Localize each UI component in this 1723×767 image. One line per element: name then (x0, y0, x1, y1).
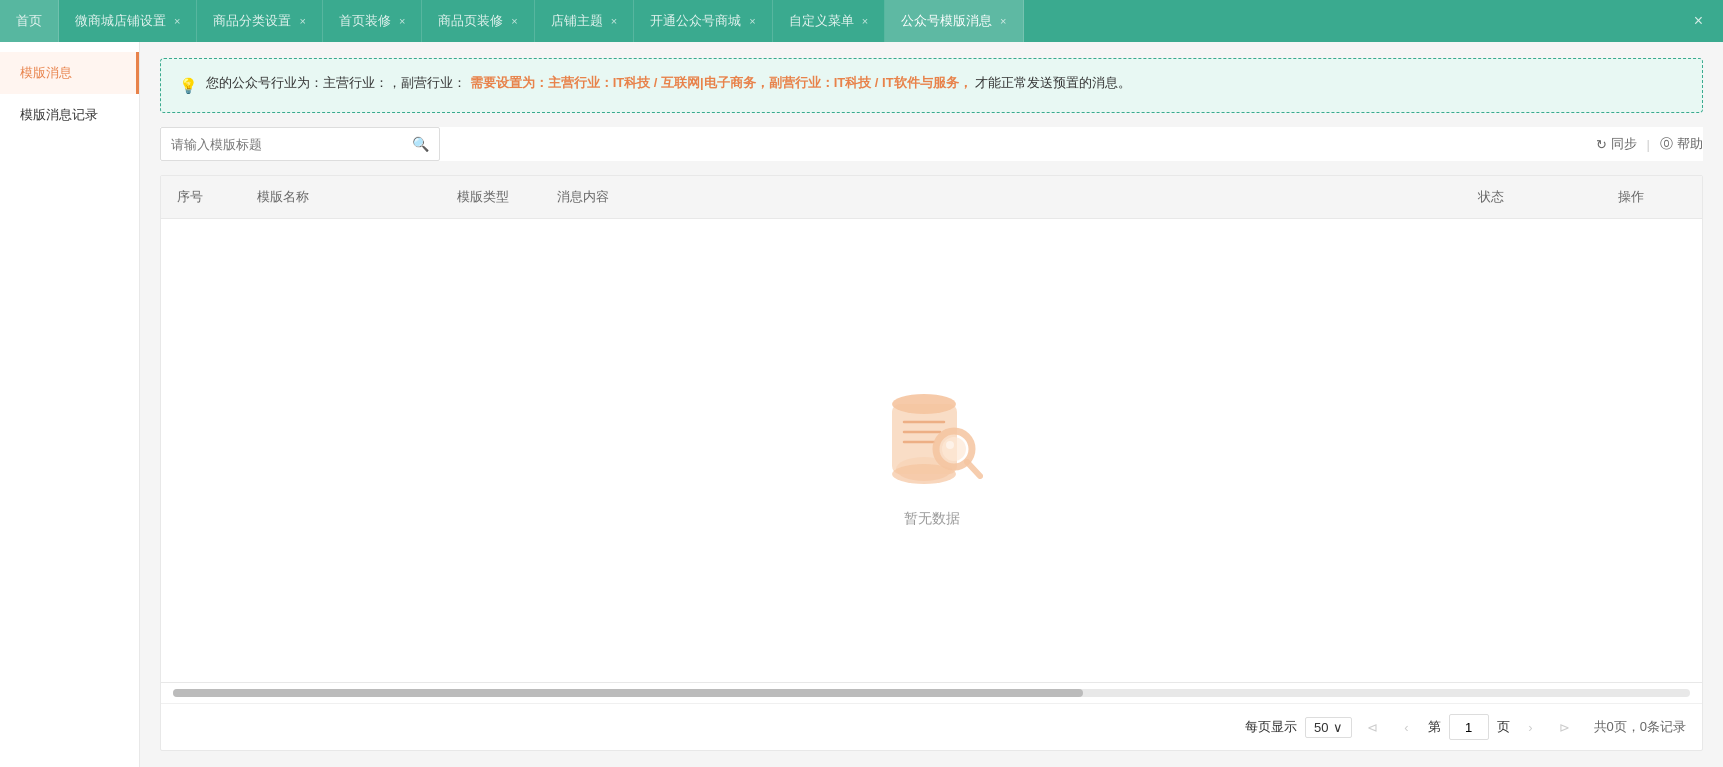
tab-store-settings-close[interactable]: × (174, 15, 180, 27)
global-close-button[interactable]: × (1674, 0, 1723, 42)
empty-state: 暂无数据 (161, 219, 1702, 682)
top-navigation: 首页 微商城店铺设置 × 商品分类设置 × 首页装修 × 商品页装修 × 店铺主… (0, 0, 1723, 42)
svg-point-2 (892, 394, 956, 414)
notice-highlight: 需要设置为：主营行业：IT科技 / 互联网|电子商务，副营行业：IT科技 / I… (470, 75, 972, 90)
notice-text: 您的公众号行业为：主营行业：，副营行业： 需要设置为：主营行业：IT科技 / 互… (206, 73, 1131, 94)
svg-point-10 (946, 441, 954, 449)
tab-product-category-label: 商品分类设置 (213, 12, 291, 30)
content-area: 💡 您的公众号行业为：主营行业：，副营行业： 需要设置为：主营行业：IT科技 /… (140, 42, 1723, 767)
page-unit: 页 (1497, 718, 1510, 736)
help-icon: ⓪ (1660, 135, 1673, 153)
tab-product-page[interactable]: 商品页装修 × (422, 0, 534, 42)
last-page-button[interactable]: ⊳ (1552, 714, 1578, 740)
tab-store-settings-label: 微商城店铺设置 (75, 12, 166, 30)
tab-store-theme-close[interactable]: × (611, 15, 617, 27)
toolbar-right: ↻ 同步 | ⓪ 帮助 (1596, 135, 1703, 153)
tab-product-category[interactable]: 商品分类设置 × (197, 0, 322, 42)
per-page-label: 每页显示 (1245, 718, 1297, 736)
sync-label: 同步 (1611, 135, 1637, 153)
page-label: 第 (1428, 718, 1441, 736)
tab-product-page-label: 商品页装修 (438, 12, 503, 30)
tab-home-decor[interactable]: 首页装修 × (323, 0, 422, 42)
svg-line-9 (967, 462, 980, 476)
tab-home-decor-label: 首页装修 (339, 12, 391, 30)
next-page-button[interactable]: › (1518, 714, 1544, 740)
main-layout: 模版消息 模版消息记录 💡 您的公众号行业为：主营行业：，副营行业： 需要设置为… (0, 42, 1723, 767)
tab-custom-menu[interactable]: 自定义菜单 × (773, 0, 885, 42)
tab-template-msg-label: 公众号模版消息 (901, 12, 992, 30)
notice-icon: 💡 (179, 74, 198, 98)
notice-text1: 您的公众号行业为：主营行业：，副营行业： (206, 75, 466, 90)
prev-page-button[interactable]: ‹ (1394, 714, 1420, 740)
notice-box: 💡 您的公众号行业为：主营行业：，副营行业： 需要设置为：主营行业：IT科技 /… (160, 58, 1703, 113)
sidebar-item-template-msg-label: 模版消息 (20, 65, 72, 80)
chevron-down-icon: ∨ (1333, 720, 1343, 735)
tab-store-settings[interactable]: 微商城店铺设置 × (59, 0, 197, 42)
tab-home-label: 首页 (16, 12, 42, 30)
per-page-select[interactable]: 50 ∨ (1305, 717, 1351, 738)
th-name: 模版名称 (241, 176, 441, 218)
th-content: 消息内容 (541, 176, 1462, 218)
scroll-track[interactable] (173, 689, 1690, 697)
sidebar-item-template-msg[interactable]: 模版消息 (0, 52, 139, 94)
page-input[interactable] (1449, 714, 1489, 740)
sidebar-item-template-msg-log[interactable]: 模版消息记录 (0, 94, 139, 136)
tab-store-theme[interactable]: 店铺主题 × (535, 0, 634, 42)
per-page-value: 50 (1314, 720, 1328, 735)
tab-custom-menu-close[interactable]: × (862, 15, 868, 27)
sync-icon: ↻ (1596, 137, 1607, 152)
scroll-thumb (173, 689, 1083, 697)
search-box: 🔍 (160, 127, 440, 161)
sidebar: 模版消息 模版消息记录 (0, 42, 140, 767)
toolbar-divider: | (1647, 137, 1650, 152)
tab-product-page-close[interactable]: × (511, 15, 517, 27)
first-page-button[interactable]: ⊲ (1360, 714, 1386, 740)
help-label: 帮助 (1677, 135, 1703, 153)
tab-template-msg[interactable]: 公众号模版消息 × (885, 0, 1023, 42)
svg-point-8 (942, 437, 966, 461)
pagination: 每页显示 50 ∨ ⊲ ‹ 第 页 › ⊳ 共0页，0条记录 (161, 703, 1702, 750)
th-type: 模版类型 (441, 176, 541, 218)
tab-store-theme-label: 店铺主题 (551, 12, 603, 30)
tab-open-mall-label: 开通公众号商城 (650, 12, 741, 30)
tab-open-mall[interactable]: 开通公众号商城 × (634, 0, 772, 42)
toolbar: 🔍 ↻ 同步 | ⓪ 帮助 (160, 127, 1703, 161)
sidebar-item-template-msg-log-label: 模版消息记录 (20, 107, 98, 122)
tab-template-msg-close[interactable]: × (1000, 15, 1006, 27)
sync-button[interactable]: ↻ 同步 (1596, 135, 1637, 153)
tab-open-mall-close[interactable]: × (749, 15, 755, 27)
search-input[interactable] (171, 137, 412, 152)
tab-custom-menu-label: 自定义菜单 (789, 12, 854, 30)
empty-icon (872, 374, 992, 494)
help-button[interactable]: ⓪ 帮助 (1660, 135, 1703, 153)
data-table: 序号 模版名称 模版类型 消息内容 状态 操作 (160, 175, 1703, 751)
th-seq: 序号 (161, 176, 241, 218)
tab-home[interactable]: 首页 (0, 0, 59, 42)
search-icon[interactable]: 🔍 (412, 136, 429, 152)
th-status: 状态 (1462, 176, 1602, 218)
notice-text2: 才能正常发送预置的消息。 (975, 75, 1131, 90)
empty-text: 暂无数据 (904, 510, 960, 528)
scrollbar-area[interactable] (161, 682, 1702, 703)
th-action: 操作 (1602, 176, 1702, 218)
table-header: 序号 模版名称 模版类型 消息内容 状态 操作 (161, 176, 1702, 219)
tab-home-decor-close[interactable]: × (399, 15, 405, 27)
total-info: 共0页，0条记录 (1594, 718, 1686, 736)
tab-product-category-close[interactable]: × (299, 15, 305, 27)
